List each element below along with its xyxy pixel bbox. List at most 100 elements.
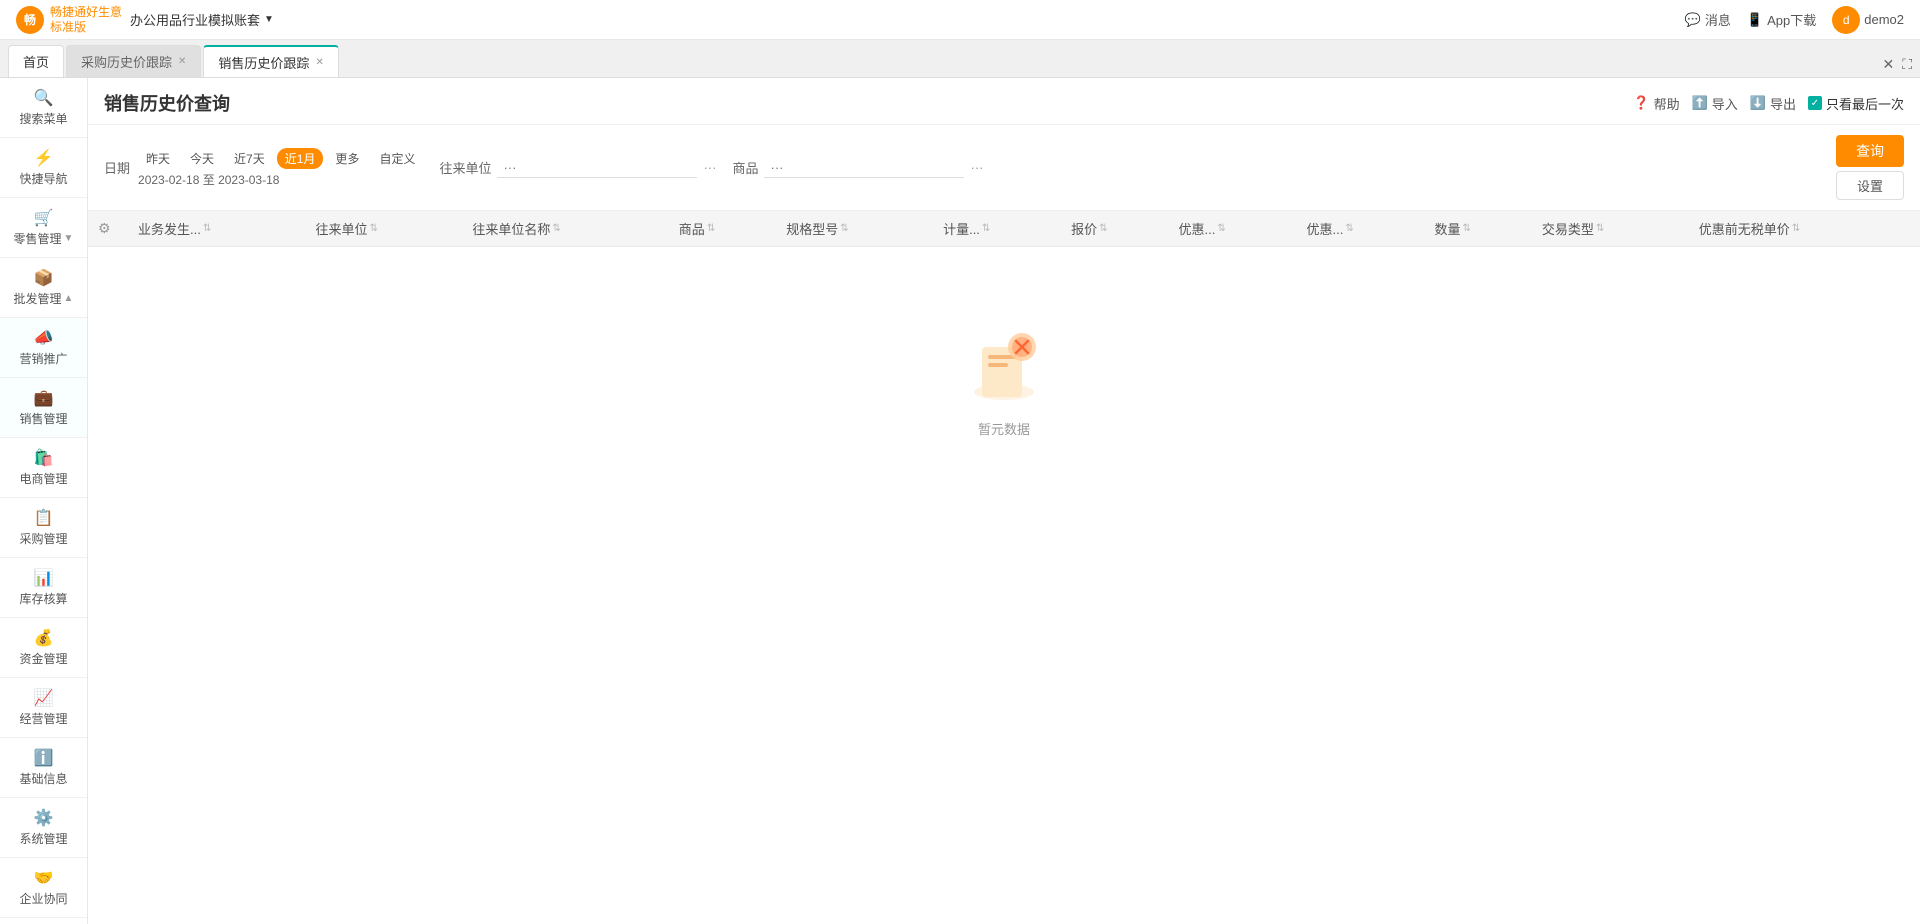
partner-label: 往来单位 [439,158,491,177]
sidebar-purchase-label: 采购管理 [19,530,67,547]
import-button[interactable]: ⬆️ 导入 [1692,94,1738,113]
table-header-row: ⚙ 业务发生... ⇅ 往来单位 ⇅ [88,211,1920,247]
partner-search-icon[interactable]: ··· [703,160,716,175]
sort-partner-code-icon: ⇅ [370,223,378,234]
sidebar-item-guide[interactable]: 🎯 新手引导 [0,918,87,924]
sidebar-item-ecommerce[interactable]: 🛍️ 电商管理 [0,438,87,498]
date-today-btn[interactable]: 今天 [182,148,222,169]
col-trade-type[interactable]: 交易类型 ⇅ [1532,211,1689,247]
goods-input[interactable] [764,158,964,178]
query-button[interactable]: 查询 [1836,135,1904,167]
sidebar-item-purchase[interactable]: 📋 采购管理 [0,498,87,558]
sidebar-system-label: 系统管理 [19,830,67,847]
date-last7-btn[interactable]: 近7天 [226,148,273,169]
col-trade-type-label: 交易类型 [1542,219,1594,238]
date-yesterday-btn[interactable]: 昨天 [138,148,178,169]
sidebar-wholesale-label: 批发管理 [14,290,62,307]
col-pretax-price-label: 优惠前无税单价 [1699,219,1790,238]
only-last-label: 只看最后一次 [1826,94,1904,113]
date-range: 2023-02-18 至 2023-03-18 [138,171,423,188]
filter-bar: 日期 昨天 今天 近7天 近1月 更多 自定义 2023-02-18 至 202… [88,125,1920,211]
sidebar-item-inventory[interactable]: 📊 库存核算 [0,558,87,618]
table-container: ⚙ 业务发生... ⇅ 往来单位 ⇅ [88,211,1920,924]
date-label: 日期 [104,158,130,177]
date-filter-group: 日期 昨天 今天 近7天 近1月 更多 自定义 2023-02-18 至 202… [104,148,423,188]
sort-business-date-icon: ⇅ [203,223,211,234]
main-layout: 🔍 搜索菜单 ⚡ 快捷导航 🛒 零售管理 ▼ 📦 批发管理 ▲ 📣 营销推广 [0,78,1920,924]
tab-sales-history[interactable]: 销售历史价跟踪 ✕ [203,45,338,77]
tab-home[interactable]: 首页 [8,45,64,77]
logo-icon: 畅 [16,6,44,34]
gear-settings-icon[interactable]: ⚙ [98,220,111,236]
col-unit-label: 计量... [943,219,980,238]
help-icon: ❓ [1633,95,1649,111]
goods-filter-field: 商品 ··· [732,158,983,178]
partner-filter-field: 往来单位 ··· [439,158,716,178]
top-bar: 畅 畅捷通好生意 标准版 办公用品行业模拟账套 ▼ 💬 消息 📱 App下载 d… [0,0,1920,40]
col-discount1[interactable]: 优惠... ⇅ [1168,211,1296,247]
col-pretax-price[interactable]: 优惠前无税单价 ⇅ [1689,211,1920,247]
workspace-selector[interactable]: 办公用品行业模拟账套 ▼ [130,10,274,29]
page-title: 销售历史价查询 [104,90,230,116]
date-options: 昨天 今天 近7天 近1月 更多 自定义 [138,148,423,169]
date-custom-btn[interactable]: 自定义 [371,148,423,169]
app-download-action[interactable]: 📱 App下载 [1747,10,1816,29]
tab-purchase-close-icon[interactable]: ✕ [178,56,186,67]
sidebar-item-basic-info[interactable]: ℹ️ 基础信息 [0,738,87,798]
col-partner-name[interactable]: 往来单位名称 ⇅ [462,211,668,247]
sidebar-item-wholesale[interactable]: 📦 批发管理 ▲ [0,258,87,318]
export-button[interactable]: ⬇️ 导出 [1750,94,1796,113]
col-unit[interactable]: 计量... ⇅ [933,211,1061,247]
sidebar-finance-label: 资金管理 [19,650,67,667]
tab-close-all-icon[interactable]: ✕ [1882,56,1894,73]
sales-mgmt-icon: 💼 [34,388,54,408]
sidebar-item-system[interactable]: ⚙️ 系统管理 [0,798,87,858]
sidebar-item-quick-nav[interactable]: ⚡ 快捷导航 [0,138,87,198]
col-price[interactable]: 报价 ⇅ [1061,211,1168,247]
sort-goods-icon: ⇅ [707,223,715,234]
sidebar-item-operations[interactable]: 📈 经营管理 [0,678,87,738]
col-discount2[interactable]: 优惠... ⇅ [1296,211,1424,247]
message-action[interactable]: 💬 消息 [1685,10,1731,29]
col-spec[interactable]: 规格型号 ⇅ [776,211,933,247]
basic-info-icon: ℹ️ [34,748,54,768]
col-partner-code-label: 往来单位 [316,219,368,238]
purchase-icon: 📋 [34,508,54,528]
sidebar-item-marketing[interactable]: 📣 营销推广 [0,318,87,378]
sort-price-icon: ⇅ [1099,223,1107,234]
app-download-label: App下载 [1767,10,1816,29]
goods-search-icon[interactable]: ··· [970,160,983,175]
only-last-checkbox[interactable]: ✓ 只看最后一次 [1808,94,1904,113]
date-last1m-btn[interactable]: 近1月 [277,148,324,169]
sidebar-ecommerce-label: 电商管理 [19,470,67,487]
sidebar-inventory-label: 库存核算 [19,590,67,607]
tab-sales-close-icon[interactable]: ✕ [315,57,323,68]
partner-input[interactable] [497,158,697,178]
top-bar-right: 💬 消息 📱 App下载 d demo2 [1685,6,1904,34]
tab-purchase-history[interactable]: 采购历史价跟踪 ✕ [66,45,201,77]
finance-icon: 💰 [34,628,54,648]
settings-button[interactable]: 设置 [1836,171,1904,200]
date-more-btn[interactable]: 更多 [327,148,367,169]
workspace-chevron-icon: ▼ [264,14,274,25]
sidebar-item-finance[interactable]: 💰 资金管理 [0,618,87,678]
help-button[interactable]: ❓ 帮助 [1633,94,1679,113]
tab-expand-icon[interactable]: ⛶ [1902,56,1912,73]
quick-nav-icon: ⚡ [34,148,54,168]
sidebar-item-search[interactable]: 🔍 搜索菜单 [0,78,87,138]
user-action[interactable]: d demo2 [1832,6,1904,34]
col-quantity[interactable]: 数量 ⇅ [1424,211,1531,247]
col-partner-code[interactable]: 往来单位 ⇅ [306,211,463,247]
col-goods[interactable]: 商品 ⇅ [669,211,776,247]
sort-pretax-price-icon: ⇅ [1792,223,1800,234]
top-bar-left: 畅 畅捷通好生意 标准版 办公用品行业模拟账套 ▼ [16,5,274,34]
content-area: 销售历史价查询 ❓ 帮助 ⬆️ 导入 ⬇️ 导出 ✓ 只看最后一次 [88,78,1920,924]
sidebar-item-sales-mgmt[interactable]: 💼 销售管理 [0,378,87,438]
sidebar-item-enterprise[interactable]: 🤝 企业协同 [0,858,87,918]
logo-area: 畅 畅捷通好生意 标准版 [16,5,122,34]
sidebar-item-retail[interactable]: 🛒 零售管理 ▼ [0,198,87,258]
avatar: d [1832,6,1860,34]
tab-controls: ✕ ⛶ [1882,56,1920,77]
col-business-date[interactable]: 业务发生... ⇅ [128,211,306,247]
empty-icon [964,327,1044,407]
